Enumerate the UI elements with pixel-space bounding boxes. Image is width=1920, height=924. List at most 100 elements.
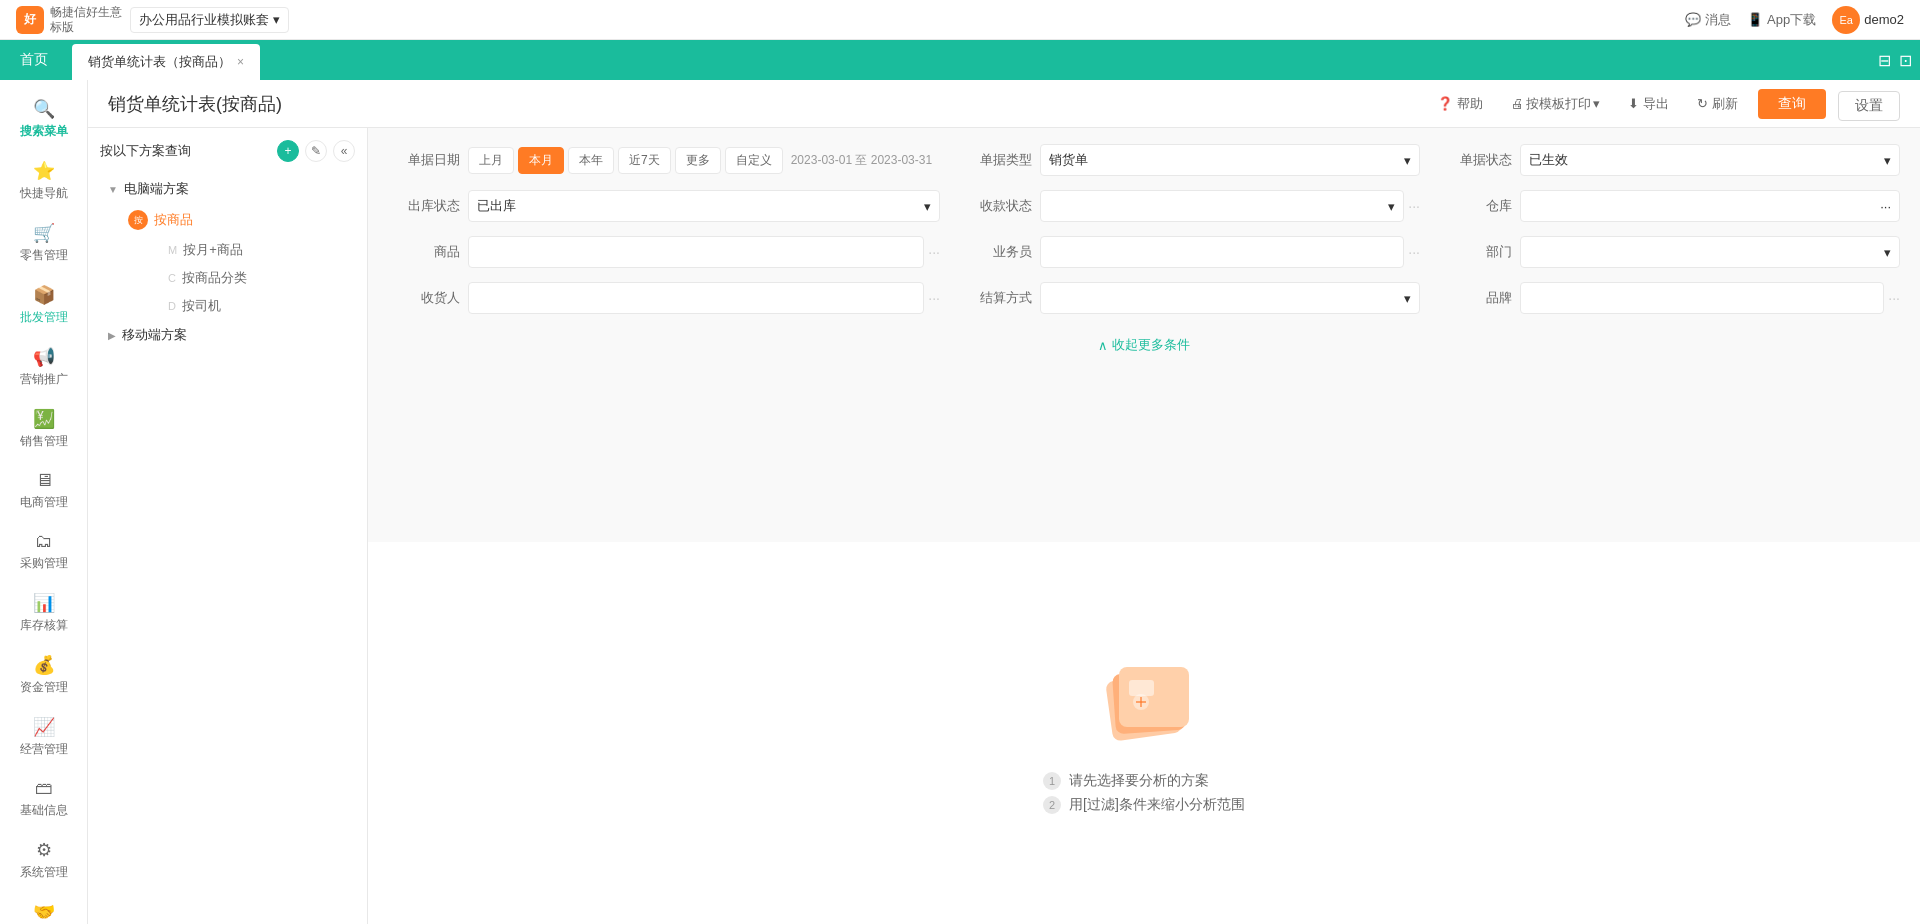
- date-custom[interactable]: 自定义: [725, 147, 783, 174]
- sidebar-item-system[interactable]: ⚙ 系统管理: [0, 829, 87, 891]
- tree-by-product[interactable]: 按 按商品: [120, 204, 355, 236]
- warehouse-select[interactable]: ···: [1520, 190, 1900, 222]
- help-button[interactable]: ❓ 帮助: [1429, 91, 1491, 117]
- message-button[interactable]: 💬 消息: [1685, 11, 1731, 29]
- doc-status-control: 已生效 ▾: [1520, 144, 1900, 176]
- receiver-control: ···: [468, 282, 940, 314]
- hint-num-2: 2: [1043, 796, 1061, 814]
- date-more[interactable]: 更多: [675, 147, 721, 174]
- sidebar-item-wholesale[interactable]: 📦 批发管理: [0, 274, 87, 336]
- tab-bar-actions: ⊟ ⊡: [1878, 40, 1920, 80]
- tree-by-product-category[interactable]: C 按商品分类: [160, 264, 355, 292]
- content-area: 销货单统计表(按商品) ❓ 帮助 🖨 按模板打印 ▾ ⬇ 导出 ↻ 刷新: [88, 80, 1920, 924]
- sidebar: 🔍 搜索菜单 ⭐ 快捷导航 🛒 零售管理 📦 批发管理 📢 营销推广 💹 销售管…: [0, 80, 88, 924]
- filter-doc-status: 单据状态 已生效 ▾: [1440, 144, 1900, 176]
- product-dots[interactable]: ···: [928, 244, 940, 260]
- warehouse-status-chevron-icon: ▾: [924, 199, 931, 214]
- sidebar-item-procurement[interactable]: 🗂 采购管理: [0, 521, 87, 582]
- tab-active[interactable]: 销货单统计表（按商品） ×: [72, 44, 260, 80]
- date-last-7days[interactable]: 近7天: [618, 147, 671, 174]
- receipt-dots[interactable]: ···: [1408, 198, 1420, 214]
- tree-by-month-product[interactable]: M 按月+商品: [160, 236, 355, 264]
- settlement-select[interactable]: ▾: [1040, 282, 1420, 314]
- add-scheme-button[interactable]: +: [277, 140, 299, 162]
- doc-type-label: 单据类型: [960, 151, 1040, 169]
- tree-pc-children: 按 按商品 M 按月+商品 C 按商品分类 D: [100, 204, 355, 320]
- salesperson-dots[interactable]: ···: [1408, 244, 1420, 260]
- refresh-button[interactable]: ↻ 刷新: [1689, 91, 1746, 117]
- tree-by-cashier[interactable]: D 按司机: [160, 292, 355, 320]
- sidebar-item-marketing[interactable]: 📢 营销推广: [0, 336, 87, 398]
- doc-type-select[interactable]: 销货单 ▾: [1040, 144, 1420, 176]
- close-icon[interactable]: ×: [237, 55, 244, 69]
- sidebar-item-quick-nav[interactable]: ⭐ 快捷导航: [0, 150, 87, 212]
- settlement-control: ▾: [1040, 282, 1420, 314]
- empty-hint-1: 1 请先选择要分析的方案: [1043, 772, 1245, 790]
- date-current-year[interactable]: 本年: [568, 147, 614, 174]
- tab-maximize-button[interactable]: ⊡: [1899, 51, 1912, 70]
- receipt-status-control: ▾ ···: [1040, 190, 1420, 222]
- collapse-bar[interactable]: ∧ 收起更多条件: [388, 328, 1900, 362]
- settings-button[interactable]: 设置: [1838, 91, 1900, 121]
- receiver-dots[interactable]: ···: [928, 290, 940, 306]
- brand-select[interactable]: [1520, 282, 1884, 314]
- app-download-button[interactable]: 📱 App下载: [1747, 11, 1816, 29]
- left-panel-header: 按以下方案查询 + ✎ «: [100, 140, 355, 162]
- sidebar-item-sales[interactable]: 💹 销售管理: [0, 398, 87, 460]
- star-icon: ⭐: [33, 160, 55, 182]
- date-range-display: 2023-03-01 至 2023-03-31: [791, 152, 932, 169]
- tree-pc-section[interactable]: ▼ 电脑端方案: [100, 174, 355, 204]
- tree-mobile-section[interactable]: ▶ 移动端方案: [100, 320, 355, 350]
- receipt-status-label: 收款状态: [960, 197, 1040, 215]
- template-print-button[interactable]: 🖨 按模板打印 ▾: [1503, 91, 1608, 117]
- receipt-chevron-icon: ▾: [1388, 199, 1395, 214]
- edit-scheme-button[interactable]: ✎: [305, 140, 327, 162]
- sidebar-item-inventory[interactable]: 📊 库存核算: [0, 582, 87, 644]
- receipt-status-select[interactable]: ▾: [1040, 190, 1404, 222]
- sidebar-item-search-menu[interactable]: 🔍 搜索菜单: [0, 88, 87, 150]
- brand-control: ···: [1520, 282, 1900, 314]
- sidebar-item-operations[interactable]: 📈 经营管理: [0, 706, 87, 768]
- receiver-select[interactable]: [468, 282, 924, 314]
- date-last-month[interactable]: 上月: [468, 147, 514, 174]
- sidebar-item-finance[interactable]: 💰 资金管理: [0, 644, 87, 706]
- department-chevron-icon: ▾: [1884, 245, 1891, 260]
- folder-icon: 🗂: [35, 531, 53, 552]
- filter-warehouse-status: 出库状态 已出库 ▾: [388, 190, 940, 222]
- product-select[interactable]: [468, 236, 924, 268]
- date-current-month[interactable]: 本月: [518, 147, 564, 174]
- collapse-panel-button[interactable]: «: [333, 140, 355, 162]
- brand-dots[interactable]: ···: [1888, 290, 1900, 306]
- tab-bar-spacer: [260, 40, 1878, 80]
- sidebar-item-ecommerce[interactable]: 🖥 电商管理: [0, 460, 87, 521]
- print-icon: 🖨: [1511, 96, 1524, 111]
- box-icon: 📦: [33, 284, 55, 306]
- logo-area: 好 畅捷信好生意 标版: [16, 5, 122, 34]
- svg-rect-2: [1119, 667, 1189, 727]
- doc-status-select[interactable]: 已生效 ▾: [1520, 144, 1900, 176]
- sidebar-item-basic[interactable]: 🗃 基础信息: [0, 768, 87, 829]
- user-menu[interactable]: Ea demo2: [1832, 6, 1904, 34]
- filter-row-2: 出库状态 已出库 ▾ 收款状态: [388, 190, 1900, 222]
- warehouse-status-select[interactable]: 已出库 ▾: [468, 190, 940, 222]
- salesperson-select[interactable]: [1040, 236, 1404, 268]
- sidebar-item-cooperation[interactable]: 🤝 企业协同: [0, 891, 87, 924]
- export-button[interactable]: ⬇ 导出: [1620, 91, 1677, 117]
- cabinet-icon: 🗃: [35, 778, 53, 799]
- sidebar-item-retail[interactable]: 🛒 零售管理: [0, 212, 87, 274]
- doc-status-chevron-icon: ▾: [1884, 153, 1891, 168]
- page-title: 销货单统计表(按商品): [108, 92, 282, 116]
- app-selector[interactable]: 办公用品行业模拟账套 ▾: [130, 7, 289, 33]
- tab-home[interactable]: 首页: [0, 40, 68, 80]
- empty-illustration: [1094, 652, 1194, 752]
- page-header: 销货单统计表(按商品) ❓ 帮助 🖨 按模板打印 ▾ ⬇ 导出 ↻ 刷新: [88, 80, 1920, 128]
- query-button[interactable]: 查询: [1758, 89, 1826, 119]
- receiver-label: 收货人: [388, 289, 468, 307]
- warehouse-dots: ···: [1880, 199, 1891, 214]
- speaker-icon: 📢: [33, 346, 55, 368]
- inner-layout: 按以下方案查询 + ✎ « ▼ 电脑端方案 按 按商品: [88, 128, 1920, 924]
- department-control: ▾: [1520, 236, 1900, 268]
- department-select[interactable]: ▾: [1520, 236, 1900, 268]
- tab-close-window-button[interactable]: ⊟: [1878, 51, 1891, 70]
- right-area: 单据日期 上月 本月 本年 近7天 更多 自定义 2023-03-01 至 20…: [368, 128, 1920, 924]
